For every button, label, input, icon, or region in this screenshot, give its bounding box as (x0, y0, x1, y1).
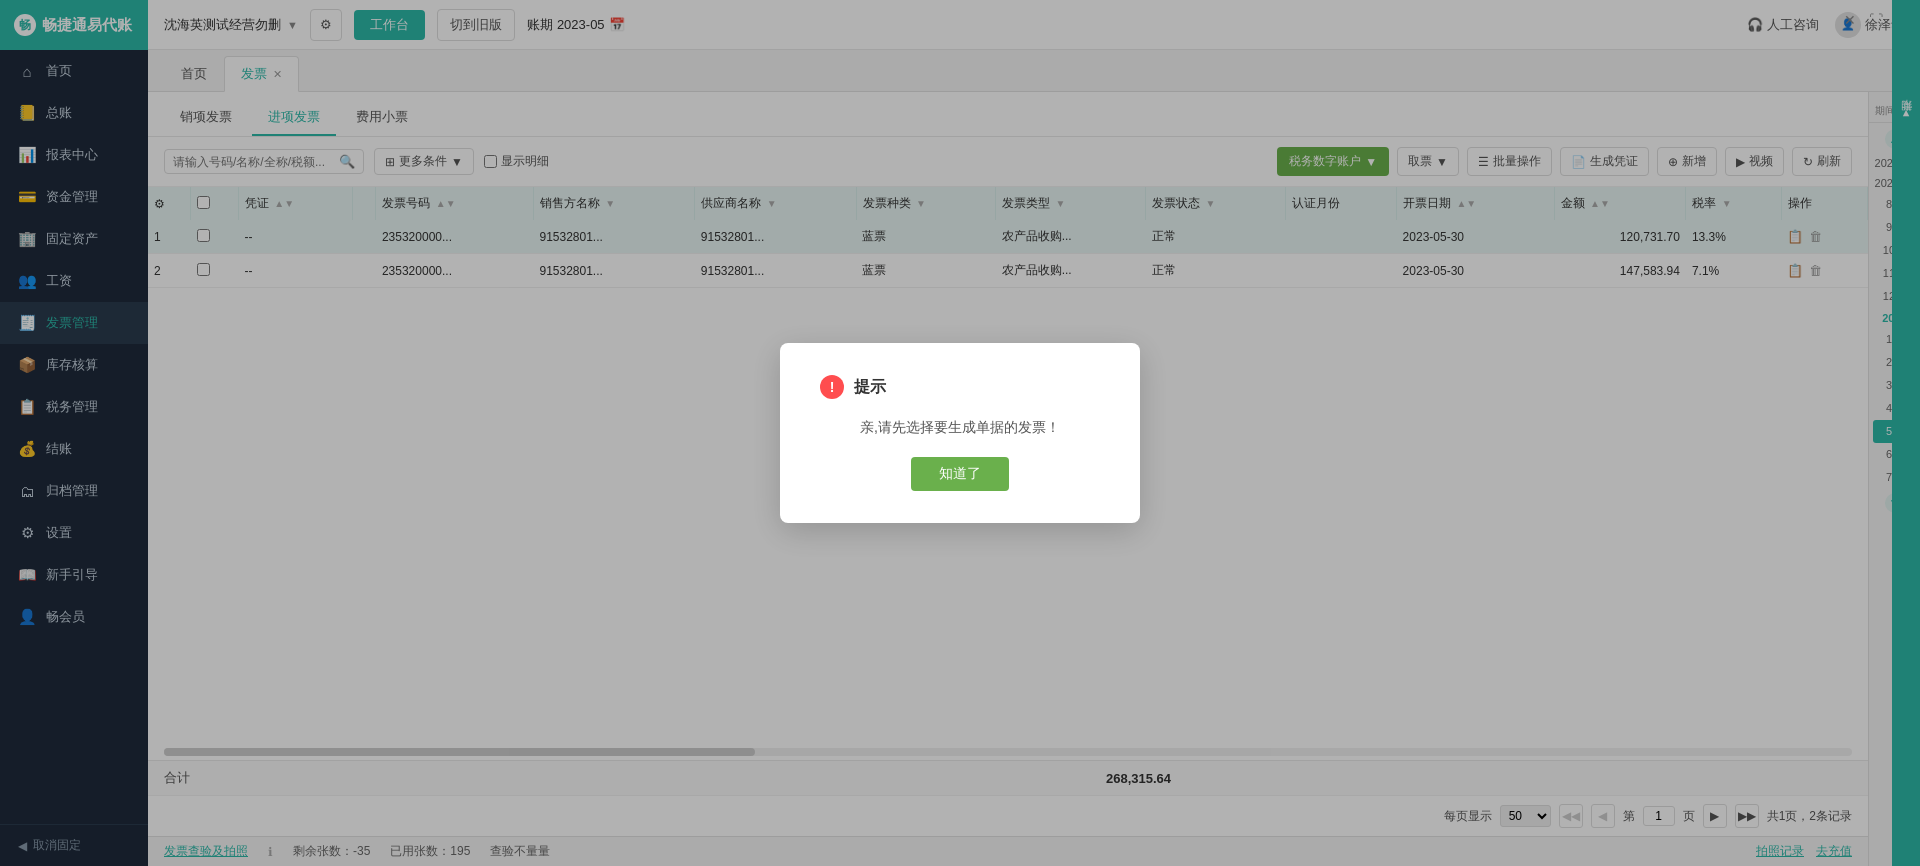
modal-box: ! 提示 亲,请先选择要生成单据的发票！ 知道了 (780, 343, 1140, 523)
modal-title: 提示 (854, 377, 886, 398)
modal-warning-icon: ! (820, 375, 844, 399)
modal-overlay: ! 提示 亲,请先选择要生成单据的发票！ 知道了 (0, 0, 1920, 866)
modal-title-row: ! 提示 (820, 375, 886, 399)
modal-confirm-button[interactable]: 知道了 (911, 457, 1009, 491)
modal-message: 亲,请先选择要生成单据的发票！ (860, 419, 1060, 437)
